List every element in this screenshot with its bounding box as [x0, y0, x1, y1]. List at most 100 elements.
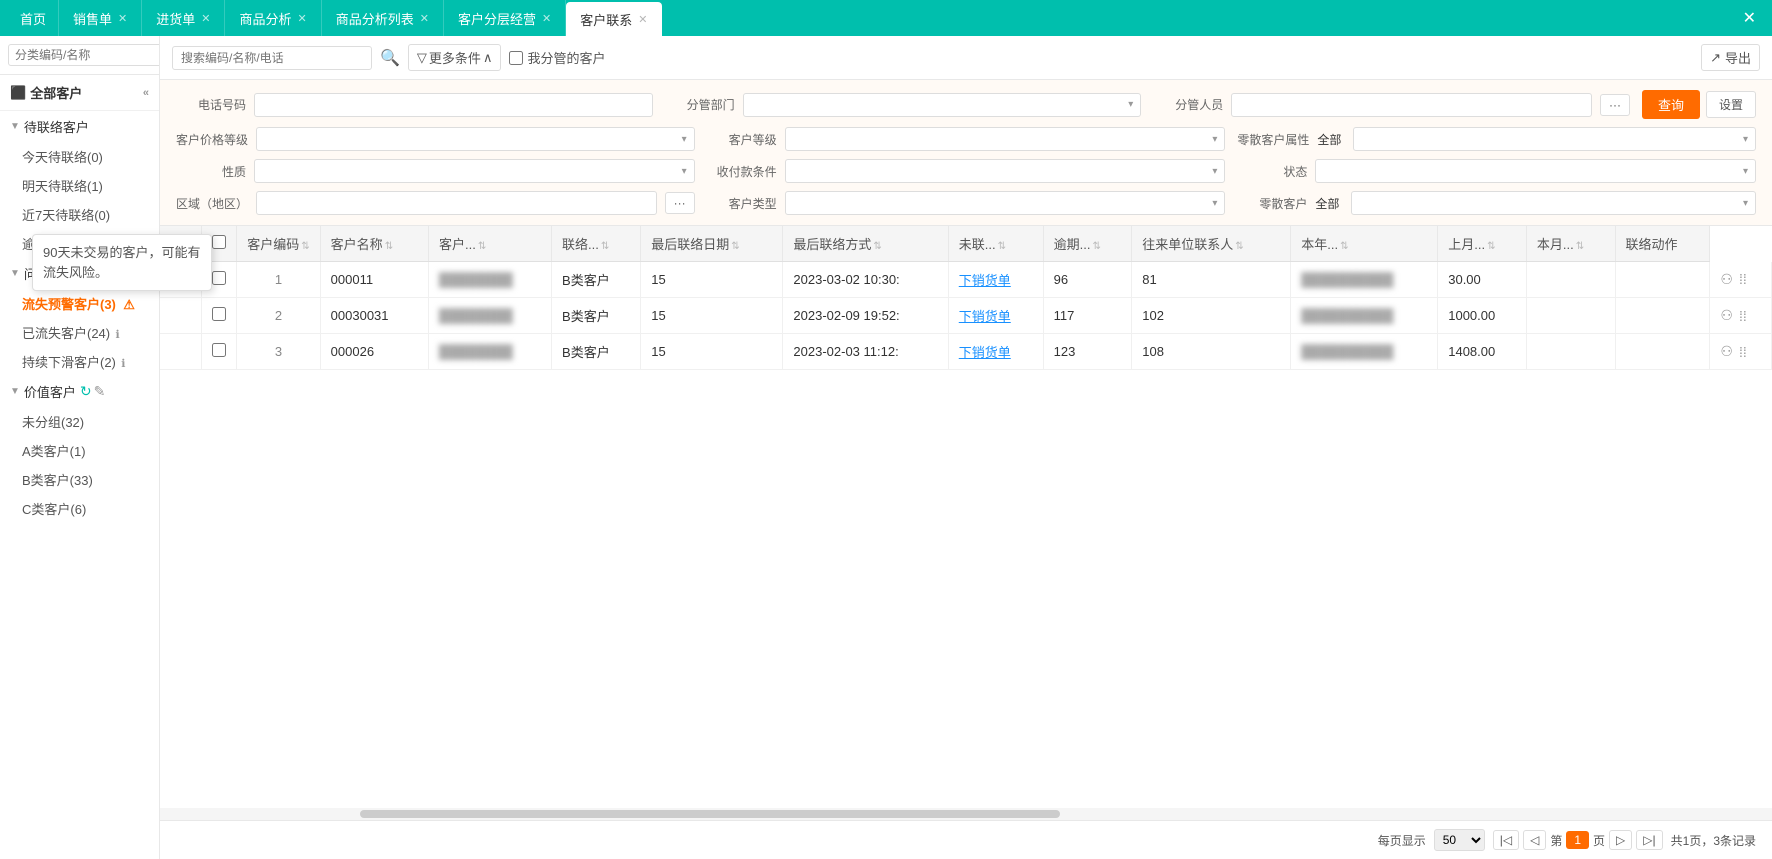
next-page-button[interactable]: ▷ — [1609, 830, 1632, 850]
close-icon[interactable]: ✕ — [542, 12, 551, 25]
filter-zero-retail: 零散客户 全部 ▾ — [1237, 191, 1756, 215]
row-select-checkbox[interactable] — [212, 271, 226, 285]
my-customers-checkbox[interactable]: 我分管的客户 — [509, 48, 605, 67]
sidebar-item-declining[interactable]: 持续下滑客户(2) ℹ — [0, 347, 159, 376]
th-contact[interactable]: 联络...⇅ — [552, 226, 641, 262]
tab-purchase[interactable]: 进货单 ✕ — [142, 0, 225, 36]
sidebar-group-value[interactable]: ▼ 价值客户 ↻ ✎ — [0, 376, 159, 407]
area-input[interactable] — [256, 191, 657, 215]
customer-level-select[interactable] — [785, 127, 1226, 151]
close-icon[interactable]: ✕ — [420, 12, 429, 25]
row-select-checkbox[interactable] — [212, 307, 226, 321]
info-icon: ℹ — [115, 329, 119, 341]
area-dots-button[interactable]: ··· — [665, 192, 695, 214]
tab-home[interactable]: 首页 — [8, 0, 59, 36]
settings-button[interactable]: 设置 — [1706, 91, 1756, 118]
close-icon[interactable]: ✕ — [298, 12, 307, 25]
tab-product-analysis[interactable]: 商品分析 ✕ — [225, 0, 321, 36]
sidebar-item-class-a[interactable]: A类客户(1) — [0, 436, 159, 465]
close-icon[interactable]: ✕ — [638, 13, 647, 26]
manager-input[interactable] — [1231, 93, 1592, 117]
row-checkbox[interactable] — [202, 334, 237, 370]
th-this-year[interactable]: 本年...⇅ — [1291, 226, 1438, 262]
sidebar-item-today[interactable]: 今天待联络(0) — [0, 142, 159, 171]
sidebar-item-class-c[interactable]: C类客户(6) — [0, 494, 159, 523]
edit-icon[interactable]: ✎ — [94, 383, 106, 400]
row-last-contact-method[interactable]: 下销货单 — [948, 334, 1043, 370]
sidebar-item-churn-warning[interactable]: 流失预警客户(3) ⚠ — [0, 289, 159, 318]
row-overdue: 81 — [1132, 262, 1291, 298]
sidebar-item-ungrouped[interactable]: 未分组(32) — [0, 407, 159, 436]
th-last-contact-method[interactable]: 最后联络方式⇅ — [783, 226, 948, 262]
row-last-contact-date: 2023-03-02 10:30: — [783, 262, 948, 298]
filter-phone: 电话号码 — [176, 93, 653, 117]
row-name: ████████ — [429, 334, 552, 370]
zero-retail-select[interactable] — [1351, 191, 1756, 215]
tab-customer-contact[interactable]: 客户联系 ✕ — [566, 2, 662, 36]
table-row: 3 000026 ████████ B类客户 15 2023-02-03 11:… — [160, 334, 1772, 370]
select-all-checkbox[interactable] — [212, 235, 226, 249]
tab-sales[interactable]: 销售单 ✕ — [59, 0, 142, 36]
table-scrollbar[interactable] — [160, 808, 1772, 820]
customer-type-select[interactable] — [785, 191, 1226, 215]
all-customers-title[interactable]: ⬛ 全部客户 « — [0, 75, 159, 111]
action-more-icon[interactable]: ⁞⁞ — [1739, 308, 1747, 324]
export-button[interactable]: ↗ 导出 — [1701, 44, 1760, 71]
action-link-icon[interactable]: ⚇ — [1720, 343, 1733, 360]
sidebar-item-7days[interactable]: 近7天待联络(0) — [0, 200, 159, 229]
row-type: B类客户 — [552, 262, 641, 298]
th-last-month[interactable]: 上月...⇅ — [1438, 226, 1527, 262]
action-link-icon[interactable]: ⚇ — [1720, 271, 1733, 288]
payment-select[interactable] — [785, 159, 1226, 183]
sidebar-group-pending[interactable]: ▼ 待联络客户 — [0, 111, 159, 142]
gender-select[interactable] — [254, 159, 695, 183]
zero-retail-attr-select[interactable] — [1353, 127, 1756, 151]
last-page-button[interactable]: ▷| — [1636, 830, 1662, 850]
row-last-contact-method[interactable]: 下销货单 — [948, 262, 1043, 298]
sidebar-item-tomorrow[interactable]: 明天待联络(1) — [0, 171, 159, 200]
refresh-icon[interactable]: ↻ — [80, 383, 92, 400]
total-info: 共1页，3条记录 — [1671, 832, 1756, 849]
sidebar-search-input[interactable] — [8, 44, 160, 66]
dept-select[interactable] — [743, 93, 1142, 117]
per-page-select[interactable]: 50 100 200 — [1434, 829, 1485, 851]
th-contact-person[interactable]: 往来单位联系人⇅ — [1132, 226, 1291, 262]
tab-product-analysis-list[interactable]: 商品分析列表 ✕ — [322, 0, 444, 36]
th-this-month[interactable]: 本月...⇅ — [1526, 226, 1615, 262]
row-last-contact-method[interactable]: 下销货单 — [948, 298, 1043, 334]
first-page-button[interactable]: |◁ — [1493, 830, 1519, 850]
my-customers-check[interactable] — [509, 51, 523, 65]
filter-customer-type: 客户类型 ▾ — [707, 191, 1226, 215]
manager-dots-button[interactable]: ··· — [1600, 94, 1630, 116]
more-conditions-button[interactable]: ▽ 更多条件 ∧ — [408, 44, 502, 71]
table-container: ⚙ 客户编码⇅ 客户名称⇅ 客户...⇅ 联络...⇅ 最后联络日期⇅ 最后联络… — [160, 226, 1772, 808]
action-more-icon[interactable]: ⁞⁞ — [1739, 344, 1747, 360]
close-icon[interactable]: ✕ — [118, 12, 127, 25]
sidebar-item-churned[interactable]: 已流失客户(24) ℹ — [0, 318, 159, 347]
filter-gender: 性质 ▾ — [176, 159, 695, 183]
filter-panel: 电话号码 分管部门 ▾ 分管人员 ··· 查询 设置 — [160, 80, 1772, 226]
th-last-contact-date[interactable]: 最后联络日期⇅ — [641, 226, 783, 262]
action-link-icon[interactable]: ⚇ — [1720, 307, 1733, 324]
tab-customer-layered[interactable]: 客户分层经营 ✕ — [444, 0, 566, 36]
row-checkbox[interactable] — [202, 298, 237, 334]
action-more-icon[interactable]: ⁞⁞ — [1739, 271, 1747, 287]
status-select[interactable] — [1315, 159, 1756, 183]
th-type[interactable]: 客户...⇅ — [429, 226, 552, 262]
row-select-checkbox[interactable] — [212, 343, 226, 357]
customer-grade-select[interactable] — [256, 127, 695, 151]
search-button[interactable]: 🔍 — [380, 48, 400, 68]
th-not-contacted[interactable]: 未联...⇅ — [948, 226, 1043, 262]
scrollbar-thumb[interactable] — [360, 810, 1060, 818]
prev-page-button[interactable]: ◁ — [1523, 830, 1546, 850]
search-input[interactable] — [172, 46, 372, 70]
sidebar-item-class-b[interactable]: B类客户(33) — [0, 465, 159, 494]
th-overdue[interactable]: 逾期...⇅ — [1043, 226, 1132, 262]
phone-input[interactable] — [254, 93, 653, 117]
query-button[interactable]: 查询 — [1642, 90, 1700, 119]
th-code[interactable]: 客户编码⇅ — [237, 226, 320, 262]
close-icon[interactable]: ✕ — [201, 12, 210, 25]
th-name[interactable]: 客户名称⇅ — [320, 226, 428, 262]
per-page-label: 每页显示 — [1378, 832, 1426, 849]
window-close-button[interactable]: ✕ — [1735, 8, 1764, 28]
